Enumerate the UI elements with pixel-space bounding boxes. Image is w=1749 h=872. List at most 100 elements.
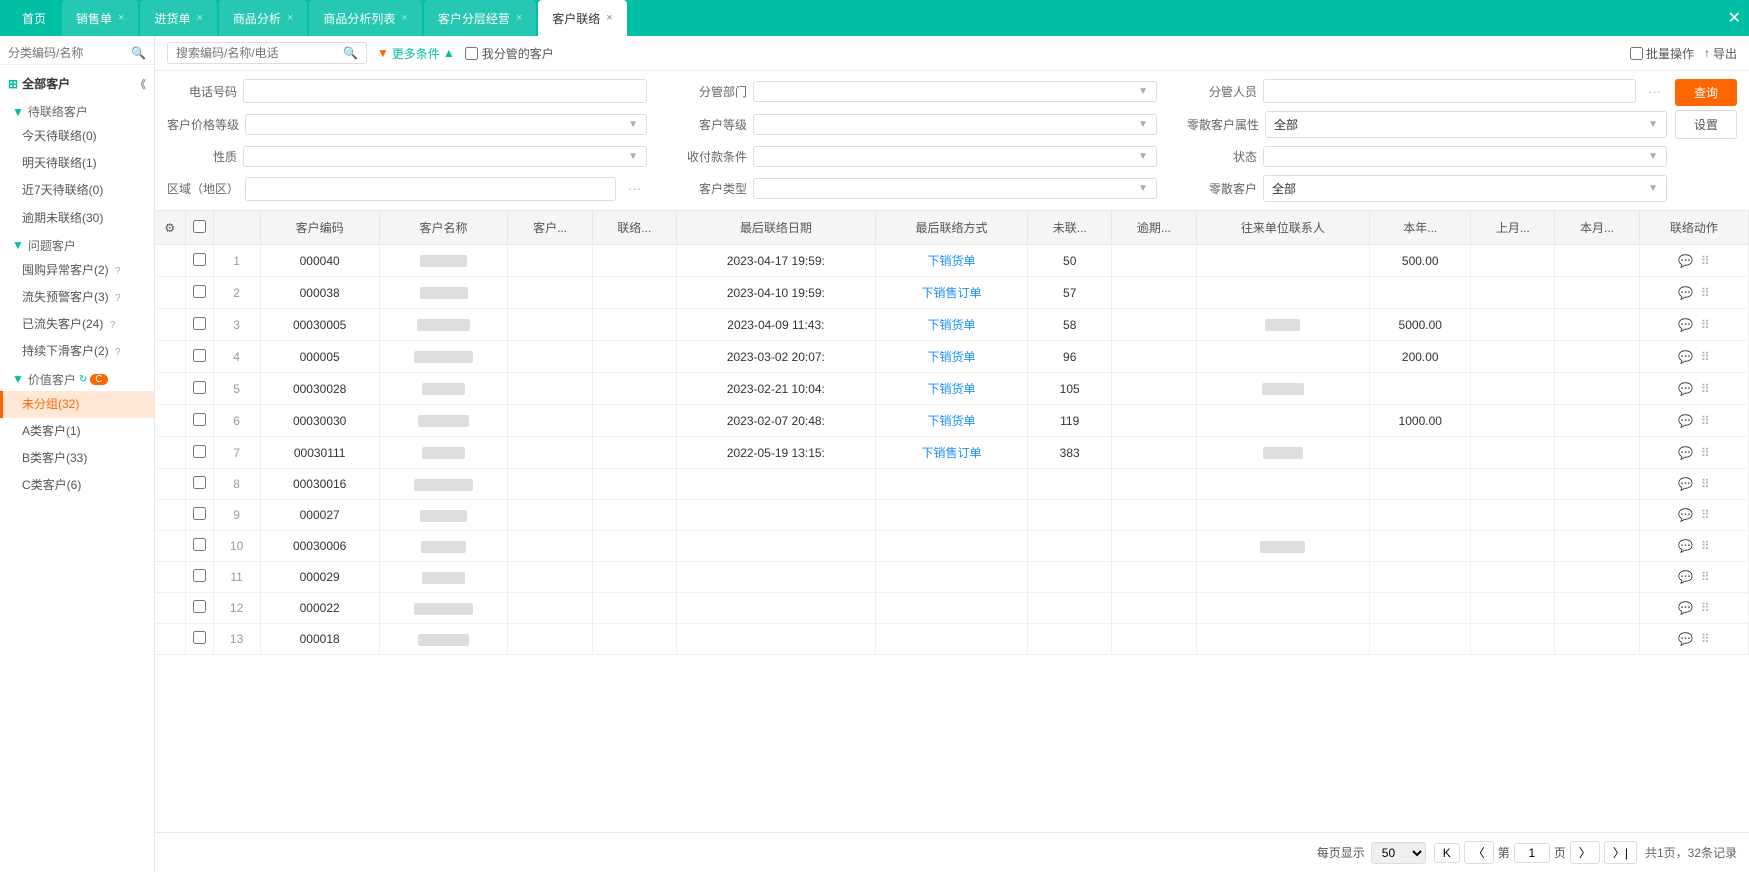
refresh-icon-value[interactable]: ↻ (79, 374, 87, 385)
action-menu-icon[interactable]: ⠿ (1701, 446, 1710, 460)
filter-more-person[interactable]: ··· (1642, 84, 1667, 99)
batch-op-check[interactable] (1630, 47, 1643, 60)
action-chat-icon[interactable]: 💬 (1678, 254, 1693, 268)
my-customers-checkbox[interactable]: 我分管的客户 (465, 45, 554, 62)
last-contact-way-link[interactable]: 下销货单 (927, 414, 975, 428)
filter-select-customer-type[interactable]: ▼ (753, 178, 1157, 199)
last-contact-way-link[interactable]: 下销售订单 (921, 286, 981, 300)
th-name[interactable]: 客户名称 (379, 211, 508, 245)
sidebar-item-class-c[interactable]: C类客户(6) (0, 472, 154, 499)
tab-sales[interactable]: 销售单 × (62, 0, 138, 36)
filter-select-nature[interactable]: ▼ (243, 146, 647, 167)
th-customer-type[interactable]: 客户... (508, 211, 592, 245)
action-menu-icon[interactable]: ⠿ (1701, 350, 1710, 364)
sidebar-item-abnormal[interactable]: 囤购异常客户(2) ? (0, 257, 154, 284)
td-checkbox[interactable] (185, 405, 213, 437)
row-checkbox-6[interactable] (193, 445, 206, 458)
td-checkbox[interactable] (185, 277, 213, 309)
last-contact-way-link[interactable]: 下销货单 (927, 318, 975, 332)
row-checkbox-3[interactable] (193, 349, 206, 362)
tab-home[interactable]: 首页 (8, 0, 60, 36)
last-contact-way-link[interactable]: 下销售订单 (921, 446, 981, 460)
action-menu-icon[interactable]: ⠿ (1701, 414, 1710, 428)
action-chat-icon[interactable]: 💬 (1678, 318, 1693, 332)
filter-select-customer-level[interactable]: ▼ (753, 114, 1157, 135)
sidebar-item-ungroup[interactable]: 未分组(32) (0, 391, 154, 418)
th-settings[interactable]: ⚙ (155, 211, 185, 245)
th-code[interactable]: 客户编码 (260, 211, 379, 245)
filter-more-region[interactable]: ··· (622, 181, 647, 196)
action-menu-icon[interactable]: ⠿ (1701, 539, 1710, 553)
query-button[interactable]: 查询 (1675, 79, 1737, 106)
row-checkbox-2[interactable] (193, 317, 206, 330)
action-chat-icon[interactable]: 💬 (1678, 446, 1693, 460)
action-menu-icon[interactable]: ⠿ (1701, 318, 1710, 332)
td-checkbox[interactable] (185, 469, 213, 500)
tab-sales-close[interactable]: × (118, 12, 124, 24)
page-input[interactable] (1514, 843, 1550, 863)
action-chat-icon[interactable]: 💬 (1678, 382, 1693, 396)
sidebar-item-overdue[interactable]: 逾期未联络(30) (0, 205, 154, 232)
th-last-contact-date[interactable]: 最后联络日期 (676, 211, 875, 245)
td-checkbox[interactable] (185, 531, 213, 562)
sidebar-collapse-icon[interactable]: 《 (135, 76, 146, 92)
sidebar-all-customers[interactable]: ⊞ 全部客户 《 (0, 69, 154, 98)
tab-purchase-close[interactable]: × (196, 12, 202, 24)
filter-select-retail-attr[interactable]: 全部 ▼ (1265, 111, 1667, 138)
row-checkbox-7[interactable] (193, 476, 206, 489)
action-menu-icon[interactable]: ⠿ (1701, 477, 1710, 491)
filter-select-dept[interactable]: ▼ (753, 81, 1157, 102)
last-contact-way-link[interactable]: 下销货单 (927, 350, 975, 364)
main-search-input[interactable] (176, 46, 343, 60)
tab-analysis-list[interactable]: 商品分析列表 × (309, 0, 421, 36)
th-checkbox[interactable] (185, 211, 213, 245)
tab-analysis[interactable]: 商品分析 × (219, 0, 307, 36)
sidebar-item-churned[interactable]: 已流失客户(24) ? (0, 311, 154, 338)
th-contact-person[interactable]: 往来单位联系人 (1196, 211, 1370, 245)
more-conditions-button[interactable]: ▼ 更多条件 ▲ (377, 45, 455, 62)
th-contact[interactable]: 联络... (592, 211, 676, 245)
my-customers-check[interactable] (465, 47, 478, 60)
row-checkbox-5[interactable] (193, 413, 206, 426)
row-checkbox-12[interactable] (193, 631, 206, 644)
filter-input-phone[interactable] (243, 79, 647, 103)
action-menu-icon[interactable]: ⠿ (1701, 286, 1710, 300)
th-this-year[interactable]: 本年... (1370, 211, 1471, 245)
action-chat-icon[interactable]: 💬 (1678, 632, 1693, 646)
action-menu-icon[interactable]: ⠿ (1701, 570, 1710, 584)
row-checkbox-0[interactable] (193, 253, 206, 266)
action-chat-icon[interactable]: 💬 (1678, 508, 1693, 522)
filter-input-region[interactable] (245, 177, 616, 201)
th-last-month[interactable]: 上月... (1471, 211, 1555, 245)
sidebar-group-pending[interactable]: ▼ 待联络客户 (0, 98, 154, 123)
th-this-month[interactable]: 本月... (1555, 211, 1639, 245)
tab-purchase[interactable]: 进货单 × (140, 0, 216, 36)
tab-analysis-list-close[interactable]: × (401, 12, 407, 24)
sidebar-search-input[interactable] (8, 46, 127, 60)
td-checkbox[interactable] (185, 437, 213, 469)
action-chat-icon[interactable]: 💬 (1678, 286, 1693, 300)
tab-analysis-close[interactable]: × (287, 12, 293, 24)
td-checkbox[interactable] (185, 341, 213, 373)
first-page-button[interactable]: K (1434, 843, 1460, 863)
row-checkbox-10[interactable] (193, 569, 206, 582)
action-chat-icon[interactable]: 💬 (1678, 601, 1693, 615)
tab-customer-contact-close[interactable]: × (606, 12, 612, 24)
row-checkbox-8[interactable] (193, 507, 206, 520)
row-checkbox-9[interactable] (193, 538, 206, 551)
td-checkbox[interactable] (185, 309, 213, 341)
th-last-contact-way[interactable]: 最后联络方式 (875, 211, 1027, 245)
filter-select-price-level[interactable]: ▼ (245, 114, 647, 135)
td-checkbox[interactable] (185, 500, 213, 531)
sidebar-search-box[interactable]: 🔍 (0, 42, 154, 65)
action-menu-icon[interactable]: ⠿ (1701, 632, 1710, 646)
td-checkbox[interactable] (185, 245, 213, 277)
filter-select-retail[interactable]: 全部 ▼ (1263, 175, 1667, 202)
th-overdue[interactable]: 逾期... (1112, 211, 1196, 245)
row-checkbox-4[interactable] (193, 381, 206, 394)
action-chat-icon[interactable]: 💬 (1678, 570, 1693, 584)
action-chat-icon[interactable]: 💬 (1678, 414, 1693, 428)
prev-page-button[interactable]: 〈 (1464, 841, 1494, 864)
last-page-button[interactable]: 〉| (1604, 841, 1637, 864)
sidebar-group-value[interactable]: ▼ 价值客户 ↻ C (0, 366, 154, 391)
